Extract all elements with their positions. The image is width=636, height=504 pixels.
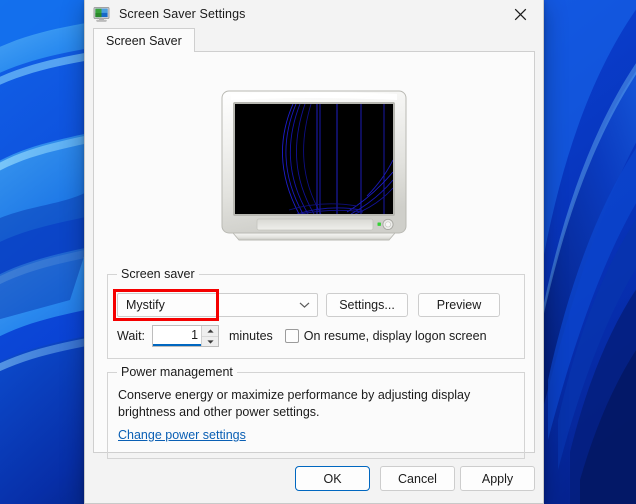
apply-button-label: Apply (481, 471, 514, 486)
dialog-footer: OK Cancel Apply (85, 453, 543, 503)
power-management-description: Conserve energy or maximize performance … (118, 388, 471, 419)
settings-button-label: Settings... (339, 298, 395, 312)
window-title: Screen Saver Settings (119, 7, 246, 21)
tab-label: Screen Saver (106, 33, 182, 48)
settings-button[interactable]: Settings... (326, 293, 408, 317)
title-bar: Screen Saver Settings (85, 0, 543, 28)
on-resume-label: On resume, display logon screen (303, 329, 487, 343)
spinner-up-icon (206, 329, 214, 333)
apply-button[interactable]: Apply (460, 466, 535, 491)
screen-saver-monitor-icon (93, 7, 110, 22)
preview-button[interactable]: Preview (418, 293, 500, 317)
tab-page-screen-saver: Screen saver Mystify Settings... Preview… (93, 51, 535, 459)
preview-button-label: Preview (436, 298, 482, 312)
change-power-settings-link[interactable]: Change power settings (118, 428, 246, 442)
cancel-button-label: Cancel (398, 471, 437, 486)
wait-row: Wait: 1 minutes On resume, display logon… (117, 325, 487, 347)
screen-saver-group: Screen saver Mystify Settings... Preview… (107, 267, 525, 359)
close-icon (514, 8, 527, 20)
spinner-buttons[interactable] (201, 326, 219, 346)
close-button[interactable] (498, 0, 543, 28)
power-management-group-legend: Power management (117, 365, 237, 379)
minutes-label: minutes (229, 329, 273, 343)
screen-saver-settings-window: Screen Saver Settings Screen Saver Scree… (84, 0, 544, 504)
chevron-down-icon (299, 302, 310, 308)
wait-input[interactable] (153, 326, 202, 346)
ok-button-label: OK (323, 471, 342, 486)
on-resume-checkbox[interactable] (284, 329, 299, 343)
cancel-button[interactable]: Cancel (380, 466, 455, 491)
screen-saver-combobox[interactable]: Mystify (117, 293, 318, 317)
spinner-down-button[interactable] (202, 336, 219, 346)
power-management-group: Power management Conserve energy or maxi… (107, 365, 525, 459)
screen-saver-selected-value: Mystify (126, 298, 165, 312)
ok-button[interactable]: OK (295, 466, 370, 491)
tab-screen-saver[interactable]: Screen Saver (93, 28, 195, 52)
crt-monitor-preview (221, 90, 407, 241)
on-resume-checkbox-row[interactable]: On resume, display logon screen (284, 329, 487, 343)
wait-label: Wait: (117, 329, 146, 343)
screen-saver-group-legend: Screen saver (117, 267, 199, 281)
tab-strip: Screen Saver (85, 28, 543, 52)
spinner-down-icon (206, 339, 214, 344)
monitor-preview-area (94, 90, 534, 242)
spinner-up-button[interactable] (202, 326, 218, 336)
wait-spinner[interactable] (152, 325, 220, 347)
